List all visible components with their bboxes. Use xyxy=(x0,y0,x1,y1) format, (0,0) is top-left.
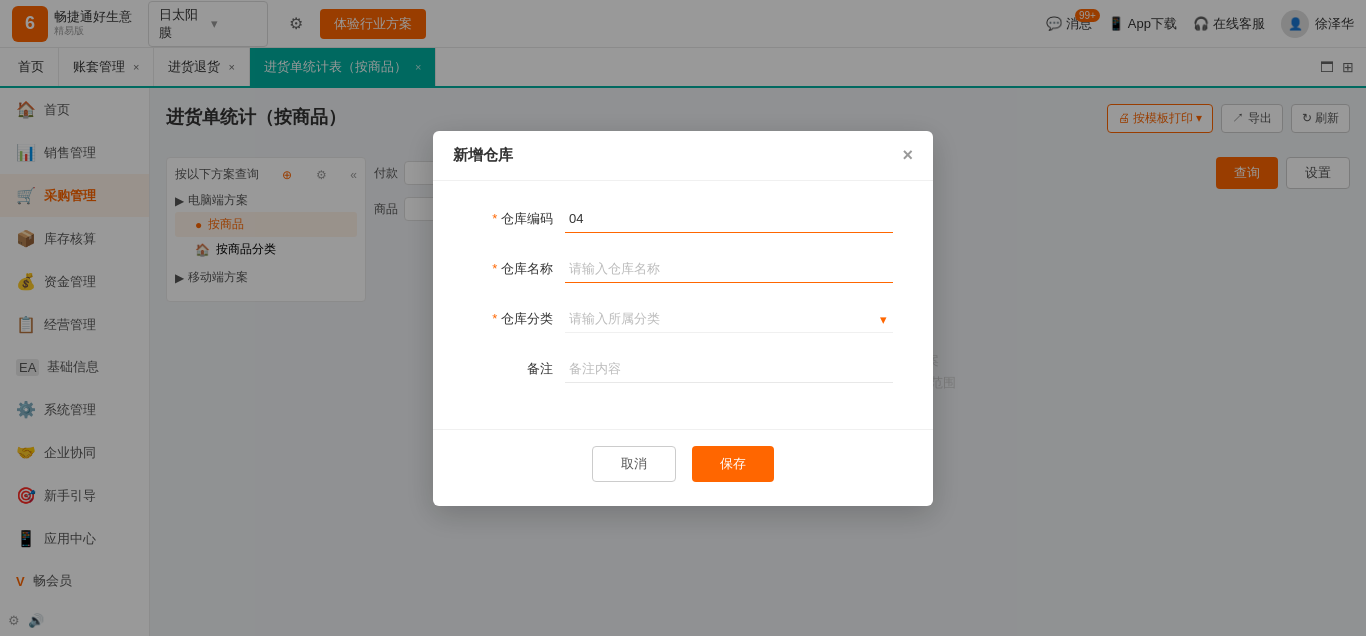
modal-close-button[interactable]: × xyxy=(902,145,913,166)
warehouse-code-input[interactable] xyxy=(565,205,893,233)
warehouse-remark-field: 备注 xyxy=(473,355,893,383)
cancel-button[interactable]: 取消 xyxy=(592,446,676,482)
warehouse-category-label: 仓库分类 xyxy=(473,310,553,328)
warehouse-category-field: 仓库分类 请输入所属分类 ▾ xyxy=(473,305,893,333)
modal-new-warehouse: 新增仓库 × 仓库编码 仓库名称 仓库分类 请输入所属分类 xyxy=(433,131,933,506)
warehouse-remark-input[interactable] xyxy=(565,355,893,383)
warehouse-code-field: 仓库编码 xyxy=(473,205,893,233)
modal-title: 新增仓库 xyxy=(453,146,513,165)
warehouse-name-input[interactable] xyxy=(565,255,893,283)
save-button[interactable]: 保存 xyxy=(692,446,774,482)
modal-footer: 取消 保存 xyxy=(433,429,933,506)
warehouse-code-label: 仓库编码 xyxy=(473,210,553,228)
modal-header: 新增仓库 × xyxy=(433,131,933,181)
warehouse-category-wrap: 请输入所属分类 ▾ xyxy=(565,305,893,333)
modal-overlay[interactable]: 新增仓库 × 仓库编码 仓库名称 仓库分类 请输入所属分类 xyxy=(0,0,1366,636)
warehouse-remark-label: 备注 xyxy=(473,360,553,378)
warehouse-category-select[interactable]: 请输入所属分类 xyxy=(565,305,893,333)
warehouse-name-label: 仓库名称 xyxy=(473,260,553,278)
warehouse-name-field: 仓库名称 xyxy=(473,255,893,283)
modal-body: 仓库编码 仓库名称 仓库分类 请输入所属分类 ▾ 备注 xyxy=(433,181,933,429)
